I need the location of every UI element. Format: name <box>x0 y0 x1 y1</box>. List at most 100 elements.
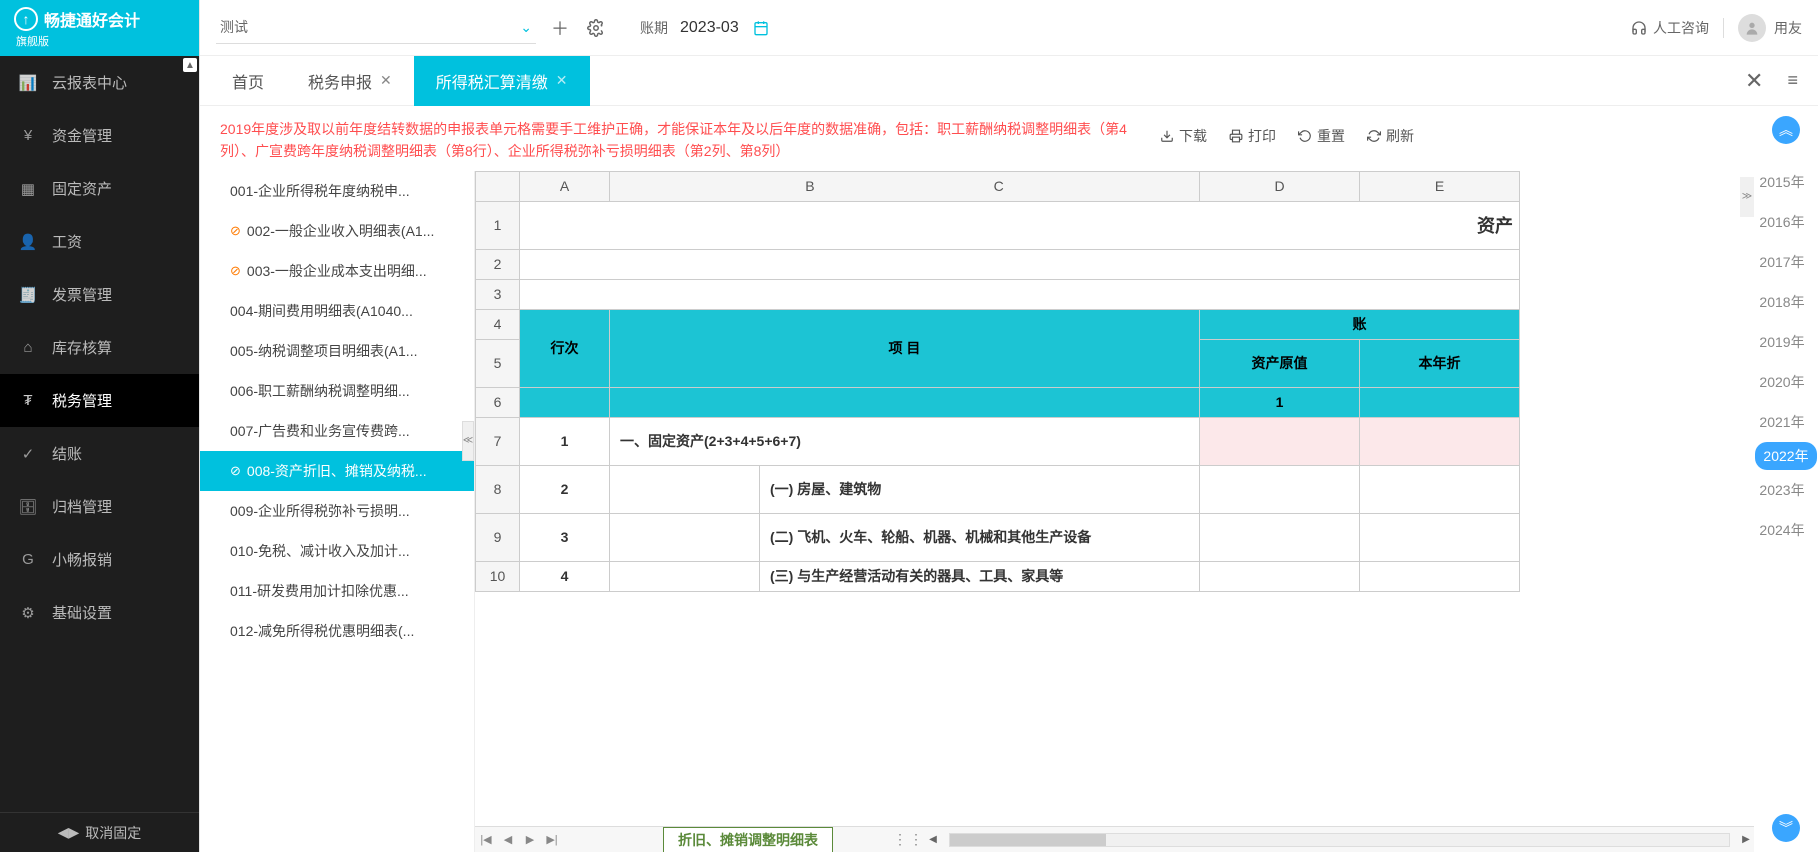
nav-item[interactable]: ¥资金管理 <box>0 109 199 162</box>
cell[interactable] <box>1200 561 1360 591</box>
row-header[interactable]: 1 <box>476 201 520 249</box>
form-list-item[interactable]: 012-减免所得税优惠明细表(... <box>200 611 474 651</box>
cell[interactable] <box>1360 417 1520 465</box>
settings-button[interactable] <box>584 16 608 40</box>
header-asset-value[interactable]: 资产原值 <box>1200 339 1360 387</box>
nav-item[interactable]: 👤工资 <box>0 215 199 268</box>
sheet-nav-last[interactable]: ▶| <box>541 827 563 852</box>
sheet-title[interactable]: 资产 <box>520 201 1520 249</box>
col-header[interactable]: A <box>520 171 610 201</box>
form-list-item[interactable]: 007-广告费和业务宣传费跨... <box>200 411 474 451</box>
hscroll-left[interactable]: ◀ <box>925 834 941 845</box>
cell[interactable] <box>1360 561 1520 591</box>
row-header[interactable]: 7 <box>476 417 520 465</box>
cell-project[interactable]: (一) 房屋、建筑物 <box>760 465 1200 513</box>
user-menu[interactable]: 用友 <box>1738 14 1802 42</box>
form-list-item[interactable]: 011-研发费用加计扣除优惠... <box>200 571 474 611</box>
row-header[interactable]: 8 <box>476 465 520 513</box>
form-list-item[interactable]: 004-期间费用明细表(A1040... <box>200 291 474 331</box>
download-button[interactable]: 下载 <box>1160 126 1207 146</box>
sheet-nav-prev[interactable]: ◀ <box>497 827 519 852</box>
expand-sheet-button[interactable]: ≫ <box>1740 177 1754 217</box>
year-item[interactable]: 2022年 <box>1755 442 1816 470</box>
company-selector[interactable]: 测试 ⌄ <box>216 11 536 44</box>
row-header[interactable]: 6 <box>476 387 520 417</box>
header-col-num[interactable]: 1 <box>1200 387 1360 417</box>
close-icon[interactable]: ✕ <box>380 72 392 89</box>
cell[interactable] <box>1200 465 1360 513</box>
row-header[interactable]: 10 <box>476 561 520 591</box>
nav-item[interactable]: ▦固定资产 <box>0 162 199 215</box>
cell[interactable] <box>1360 513 1520 561</box>
row-header[interactable]: 4 <box>476 309 520 339</box>
year-scroll-up[interactable]: ︽ <box>1772 116 1800 144</box>
header-book[interactable]: 账 <box>1200 309 1520 339</box>
nav-scroll-up[interactable]: ▲ <box>183 58 197 72</box>
form-list-item[interactable]: 001-企业所得税年度纳税申... <box>200 171 474 211</box>
nav-item[interactable]: G小畅报销 <box>0 533 199 586</box>
calendar-button[interactable] <box>751 18 771 38</box>
tab-income-tax-settlement[interactable]: 所得税汇算清缴 ✕ <box>414 56 590 106</box>
year-item[interactable]: 2023年 <box>1755 470 1816 510</box>
reset-button[interactable]: 重置 <box>1298 126 1345 146</box>
nav-item[interactable]: ⌂库存核算 <box>0 321 199 374</box>
cell[interactable] <box>1360 465 1520 513</box>
nav-item[interactable]: 📊云报表中心 <box>0 56 199 109</box>
row-header[interactable]: 9 <box>476 513 520 561</box>
tab-tax-declaration[interactable]: 税务申报 ✕ <box>286 56 414 106</box>
horizontal-scrollbar[interactable] <box>949 833 1730 847</box>
year-item[interactable]: 2020年 <box>1755 362 1816 402</box>
cell[interactable] <box>1200 513 1360 561</box>
refresh-button[interactable]: 刷新 <box>1367 126 1414 146</box>
year-scroll-down[interactable]: ︾ <box>1772 814 1800 842</box>
close-icon[interactable]: ✕ <box>556 72 568 89</box>
year-item[interactable]: 2017年 <box>1755 242 1816 282</box>
year-item[interactable]: 2015年 <box>1755 162 1816 202</box>
cell-rownum[interactable]: 1 <box>520 417 610 465</box>
sheet-nav-next[interactable]: ▶ <box>519 827 541 852</box>
add-button[interactable]: ＋ <box>548 16 572 40</box>
cell-rownum[interactable]: 4 <box>520 561 610 591</box>
year-item[interactable]: 2024年 <box>1755 510 1816 550</box>
form-list-item[interactable]: ⊘008-资产折旧、摊销及纳税... <box>200 451 474 491</box>
grid-table[interactable]: A B C D E 1 资产 <box>475 171 1520 592</box>
cell-project[interactable]: 一、固定资产(2+3+4+5+6+7) <box>610 417 1200 465</box>
form-list-item[interactable]: 005-纳税调整项目明细表(A1... <box>200 331 474 371</box>
support-button[interactable]: 人工咨询 <box>1631 18 1709 38</box>
grid-corner[interactable] <box>476 171 520 201</box>
form-list-item[interactable]: 010-免税、减计收入及加计... <box>200 531 474 571</box>
year-item[interactable]: 2019年 <box>1755 322 1816 362</box>
form-list-item[interactable]: 006-职工薪酬纳税调整明细... <box>200 371 474 411</box>
header-rownum[interactable]: 行次 <box>520 309 610 387</box>
nav-item[interactable]: ⚙基础设置 <box>0 586 199 639</box>
form-list-item[interactable]: 009-企业所得税弥补亏损明... <box>200 491 474 531</box>
sheet-tab[interactable]: 折旧、摊销调整明细表 <box>663 827 833 852</box>
col-header[interactable]: D <box>1200 171 1360 201</box>
nav-item[interactable]: 🧾发票管理 <box>0 268 199 321</box>
unpin-sidebar-button[interactable]: ◀▶ 取消固定 <box>0 812 199 852</box>
nav-item[interactable]: ✓结账 <box>0 427 199 480</box>
year-item[interactable]: 2021年 <box>1755 402 1816 442</box>
row-header[interactable]: 2 <box>476 249 520 279</box>
form-list-item[interactable]: ⊘002-一般企业收入明细表(A1... <box>200 211 474 251</box>
nav-item[interactable]: 🗄归档管理 <box>0 480 199 533</box>
cell-rownum[interactable]: 2 <box>520 465 610 513</box>
tab-home[interactable]: 首页 <box>210 56 286 106</box>
col-header[interactable]: B C <box>610 171 1200 201</box>
cell-project[interactable]: (二) 飞机、火车、轮船、机器、机械和其他生产设备 <box>760 513 1200 561</box>
print-button[interactable]: 打印 <box>1229 126 1276 146</box>
header-project[interactable]: 项 目 <box>610 309 1200 387</box>
row-header[interactable]: 3 <box>476 279 520 309</box>
cell[interactable] <box>1200 417 1360 465</box>
sheet-resize-handle[interactable]: ⋮⋮ <box>893 831 925 848</box>
year-item[interactable]: 2016年 <box>1755 202 1816 242</box>
form-list-item[interactable]: ⊘003-一般企业成本支出明细... <box>200 251 474 291</box>
col-header[interactable]: E <box>1360 171 1520 201</box>
close-all-tabs-button[interactable]: ✕ <box>1731 68 1777 94</box>
year-item[interactable]: 2018年 <box>1755 282 1816 322</box>
header-depreciation[interactable]: 本年折 <box>1360 339 1520 387</box>
cell-rownum[interactable]: 3 <box>520 513 610 561</box>
sheet-nav-first[interactable]: |◀ <box>475 827 497 852</box>
nav-item[interactable]: ₮税务管理 <box>0 374 199 427</box>
hscroll-right[interactable]: ▶ <box>1738 834 1754 845</box>
